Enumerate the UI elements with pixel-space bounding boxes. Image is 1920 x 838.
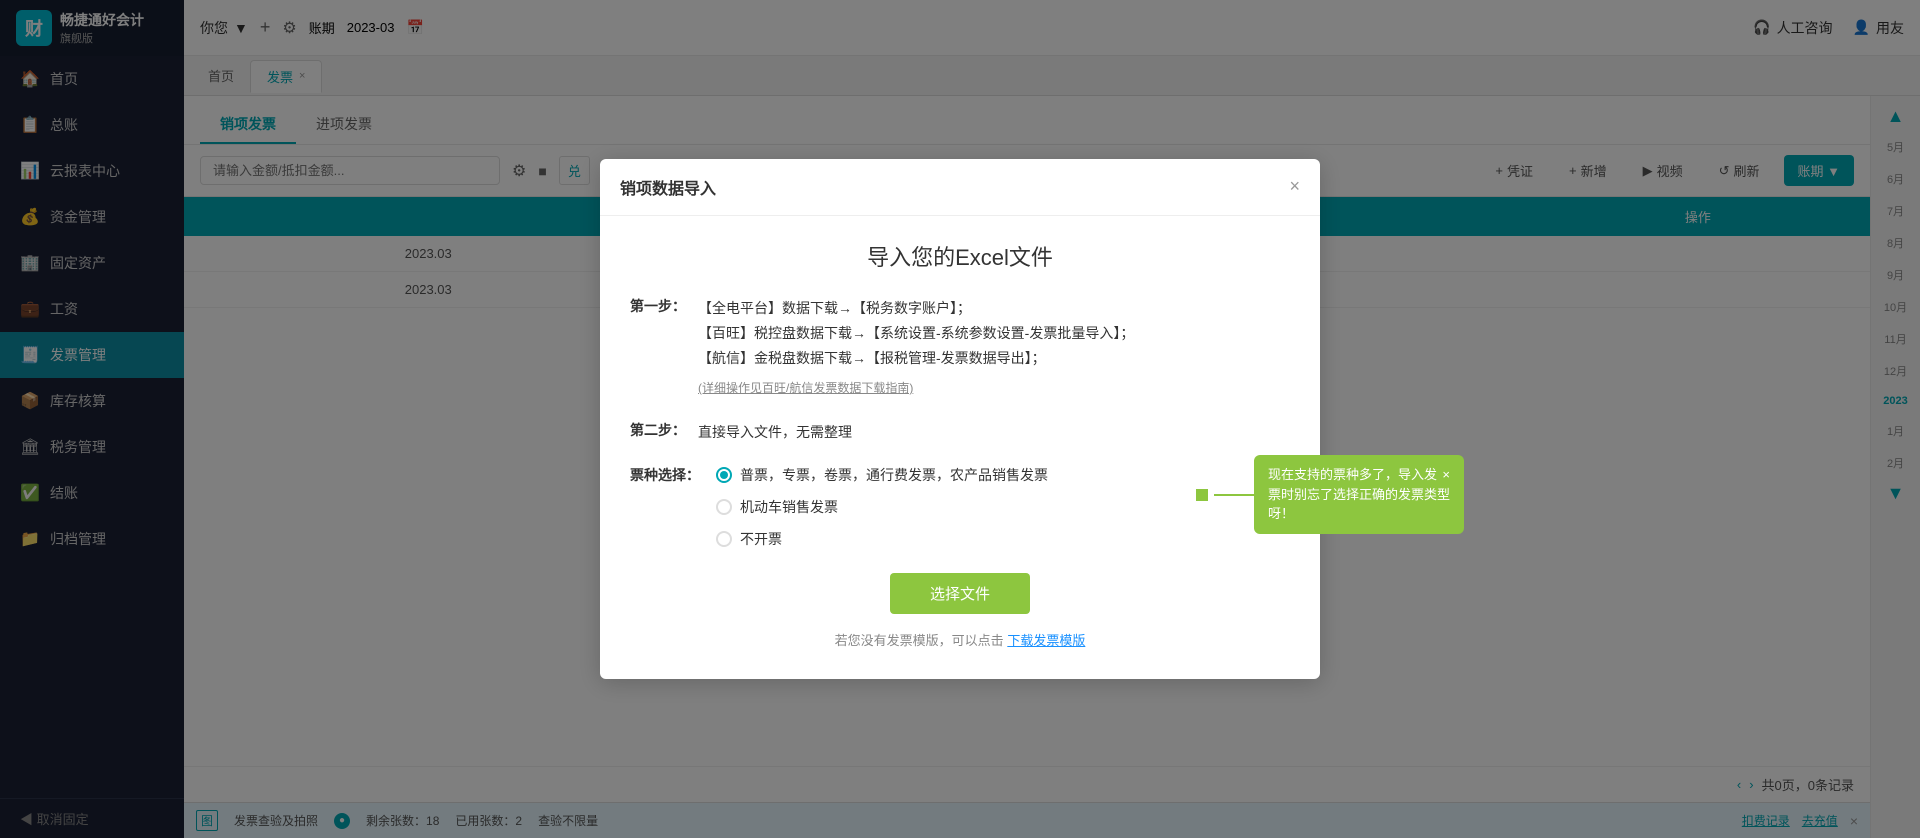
radio-container-1: 普票，专票，卷票，通行费发票，农产品销售发票 × 现在支持的票种多了，导入发票时… xyxy=(716,465,1048,485)
step2-label: 第二步： xyxy=(630,420,686,440)
radio-item-3[interactable]: 不开票 xyxy=(716,529,1048,549)
tooltip-close-btn[interactable]: × xyxy=(1442,465,1450,485)
radio-circle-3 xyxy=(716,531,732,547)
footer-text: 若您没有发票模版，可以点击 xyxy=(835,633,1004,648)
step1-line1: 【全电平台】数据下载→【税务数字账户】； xyxy=(698,296,1134,321)
step2-content: 直接导入文件，无需整理 xyxy=(698,420,852,445)
modal-title: 销项数据导入 xyxy=(620,175,716,199)
tooltip-text: 现在支持的票种多了，导入发票时别忘了选择正确的发票类型呀！ xyxy=(1268,467,1450,521)
step1-content: 【全电平台】数据下载→【税务数字账户】； 【百旺】税控盘数据下载→【系统设置-系… xyxy=(698,296,1134,401)
tooltip-bubble: × 现在支持的票种多了，导入发票时别忘了选择正确的发票类型呀！ xyxy=(1254,455,1464,534)
modal-ticket-selection: 票种选择： 普票，专票，卷票，通行费发票，农产品销售发票 xyxy=(630,465,1290,549)
radio-label-3: 不开票 xyxy=(740,529,782,549)
modal-footer: 若您没有发票模版，可以点击 下载发票模版 xyxy=(630,630,1290,649)
step1-guide-link[interactable]: (详细操作见百旺/航信发票数据下载指南) xyxy=(698,381,913,395)
tooltip-container: × 现在支持的票种多了，导入发票时别忘了选择正确的发票类型呀！ xyxy=(1196,455,1464,534)
tooltip-line xyxy=(1214,494,1254,496)
step1-line2: 【百旺】税控盘数据下载→【系统设置-系统参数设置-发票批量导入】； xyxy=(698,321,1134,346)
radio-label-1: 普票，专票，卷票，通行费发票，农产品销售发票 xyxy=(740,465,1048,485)
ticket-label: 票种选择： xyxy=(630,465,700,485)
step1-line3: 【航信】金税盘数据下载→【报税管理-发票数据导出】； xyxy=(698,346,1134,371)
radio-item-2[interactable]: 机动车销售发票 xyxy=(716,497,1048,517)
modal-close-btn[interactable]: × xyxy=(1289,176,1300,197)
modal-header: 销项数据导入 × xyxy=(600,159,1320,216)
import-modal: 销项数据导入 × 导入您的Excel文件 第一步： 【全电平台】数据下载→【税务… xyxy=(600,159,1320,680)
modal-main-title: 导入您的Excel文件 xyxy=(630,240,1290,272)
download-template-link[interactable]: 下载发票模版 xyxy=(1007,633,1085,648)
radio-group: 普票，专票，卷票，通行费发票，农产品销售发票 × 现在支持的票种多了，导入发票时… xyxy=(716,465,1048,549)
modal-body: 导入您的Excel文件 第一步： 【全电平台】数据下载→【税务数字账户】； 【百… xyxy=(600,216,1320,680)
radio-item-1[interactable]: 普票，专票，卷票，通行费发票，农产品销售发票 xyxy=(716,465,1048,485)
modal-overlay[interactable]: 销项数据导入 × 导入您的Excel文件 第一步： 【全电平台】数据下载→【税务… xyxy=(0,0,1920,838)
select-file-btn[interactable]: 选择文件 xyxy=(890,573,1030,614)
tooltip-dot xyxy=(1196,489,1208,501)
step1-label: 第一步： xyxy=(630,296,686,316)
modal-step1: 第一步： 【全电平台】数据下载→【税务数字账户】； 【百旺】税控盘数据下载→【系… xyxy=(630,296,1290,401)
radio-circle-1 xyxy=(716,467,732,483)
radio-circle-2 xyxy=(716,499,732,515)
modal-step2: 第二步： 直接导入文件，无需整理 xyxy=(630,420,1290,445)
radio-label-2: 机动车销售发票 xyxy=(740,497,838,517)
